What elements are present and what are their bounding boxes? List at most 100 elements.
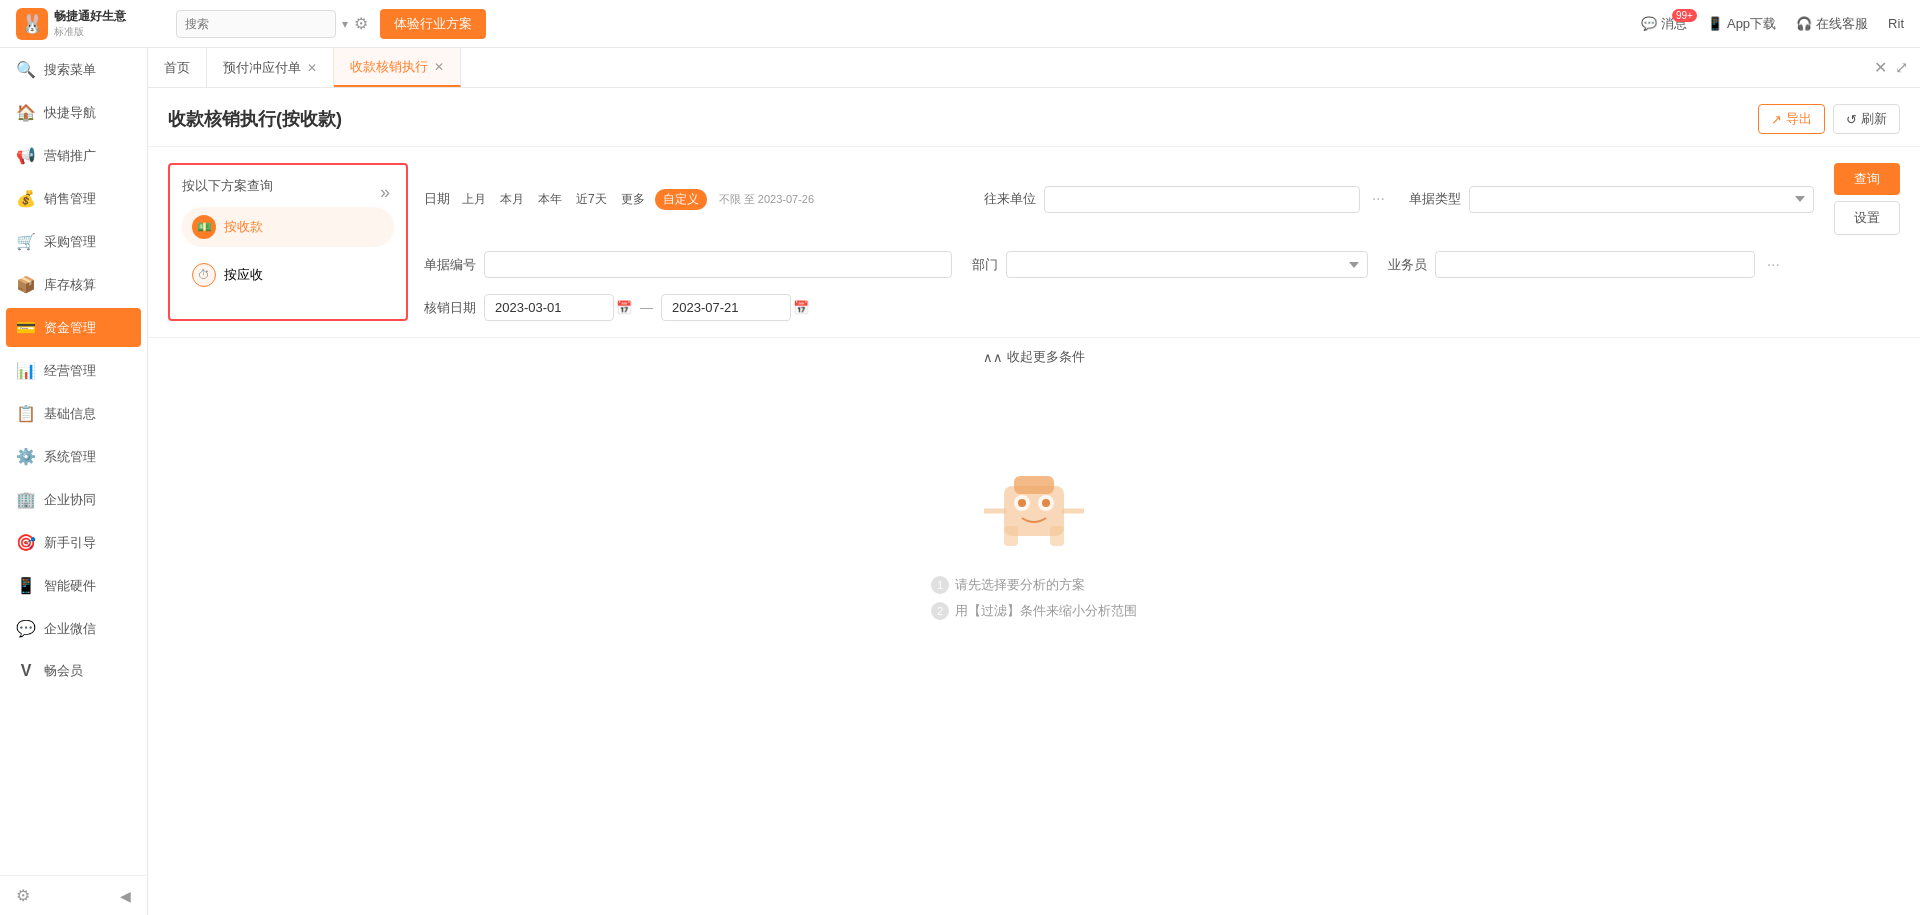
calendar-start-icon[interactable]: 📅 xyxy=(616,300,632,315)
verify-date-end-input[interactable] xyxy=(661,294,791,321)
sidebar-label-guide: 新手引导 xyxy=(44,534,96,552)
action-btns: 查询 设置 xyxy=(1834,163,1900,235)
sidebar-label-system: 系统管理 xyxy=(44,448,96,466)
sidebar-item-quicknav[interactable]: 🏠 快捷导航 xyxy=(0,91,147,134)
collapse-more-button[interactable]: ∧∧ 收起更多条件 xyxy=(983,348,1085,366)
page-inner: 收款核销执行(按收款) ↗ 导出 ↺ 刷新 xyxy=(148,88,1920,915)
svg-point-6 xyxy=(1018,499,1026,507)
verify-date-label: 核销日期 xyxy=(424,299,476,317)
box-icon: 📦 xyxy=(16,275,36,294)
dept-select[interactable] xyxy=(1006,251,1368,278)
card-icon: 💳 xyxy=(16,318,36,337)
building-icon: 🏢 xyxy=(16,490,36,509)
clipboard-icon: 📋 xyxy=(16,404,36,423)
refresh-button[interactable]: ↺ 刷新 xyxy=(1833,104,1900,134)
logo-icon: 🐰 xyxy=(16,8,48,40)
sidebar-item-finance[interactable]: 💳 资金管理 xyxy=(6,308,141,347)
message-button[interactable]: 💬 消息 99+ xyxy=(1641,15,1687,33)
cart-icon: 🛒 xyxy=(16,232,36,251)
sidebar-settings-icon[interactable]: ⚙ xyxy=(16,886,30,905)
date-link-this-month[interactable]: 本月 xyxy=(496,189,528,210)
counterparty-more-icon[interactable]: ··· xyxy=(1368,190,1389,208)
gear-icon[interactable]: ⚙ xyxy=(354,14,368,33)
date-link-custom[interactable]: 自定义 xyxy=(655,189,707,210)
sidebar-item-search[interactable]: 🔍 搜索菜单 xyxy=(0,48,147,91)
topbar-search-area: ▾ ⚙ xyxy=(176,10,368,38)
verify-date-start-input[interactable] xyxy=(484,294,614,321)
sidebar-bottom: ⚙ ◀ xyxy=(0,875,147,915)
tab-prepay[interactable]: 预付冲应付单 ✕ xyxy=(207,48,334,87)
sidebar-collapse-icon[interactable]: ◀ xyxy=(120,888,131,904)
query-button[interactable]: 查询 xyxy=(1834,163,1900,195)
tab-home-label: 首页 xyxy=(164,59,190,77)
sidebar-item-operation[interactable]: 📊 经营管理 xyxy=(0,349,147,392)
svg-rect-2 xyxy=(1004,526,1018,546)
money-icon: 💰 xyxy=(16,189,36,208)
search-icon: 🔍 xyxy=(16,60,36,79)
sidebar-item-marketing[interactable]: 📢 营销推广 xyxy=(0,134,147,177)
sidebar-label-purchase: 采购管理 xyxy=(44,233,96,251)
counterparty-input[interactable] xyxy=(1044,186,1360,213)
online-service-button[interactable]: 🎧 在线客服 xyxy=(1796,15,1868,33)
counterparty-label: 往来单位 xyxy=(984,190,1036,208)
salesperson-more-icon[interactable]: ··· xyxy=(1763,256,1784,274)
solution-button[interactable]: 体验行业方案 xyxy=(380,9,486,39)
sidebar-label-member: 畅会员 xyxy=(44,662,83,680)
headset-icon: 🎧 xyxy=(1796,16,1812,31)
sidebar-item-wechat[interactable]: 💬 企业微信 xyxy=(0,607,147,650)
tab-receipt-close[interactable]: ✕ xyxy=(434,60,444,74)
tab-home[interactable]: 首页 xyxy=(148,48,207,87)
tab-receipt-verify[interactable]: 收款核销执行 ✕ xyxy=(334,48,461,87)
chevron-down-icon[interactable]: ▾ xyxy=(342,17,348,31)
filter-option-by-receipt[interactable]: 💵 按收款 xyxy=(182,207,394,247)
filter-more-row: ∧∧ 收起更多条件 xyxy=(148,337,1920,376)
filter-option-by-receivable[interactable]: ⏱ 按应收 xyxy=(182,255,394,295)
date-link-this-year[interactable]: 本年 xyxy=(534,189,566,210)
date-link-last-month[interactable]: 上月 xyxy=(458,189,490,210)
topbar-search-input[interactable] xyxy=(176,10,336,38)
sidebar-label-sales: 销售管理 xyxy=(44,190,96,208)
page-title: 收款核销执行(按收款) xyxy=(168,107,342,131)
hardware-icon: 📱 xyxy=(16,576,36,595)
date-link-last-7[interactable]: 近7天 xyxy=(572,189,611,210)
sidebar-item-purchase[interactable]: 🛒 采购管理 xyxy=(0,220,147,263)
tab-prepay-close[interactable]: ✕ xyxy=(307,61,317,75)
chevron-up-icon: ∧∧ xyxy=(983,350,1003,365)
sidebar-label-hardware: 智能硬件 xyxy=(44,577,96,595)
tab-close-all-icon[interactable]: ✕ xyxy=(1874,58,1887,77)
sidebar-item-guide[interactable]: 🎯 新手引导 xyxy=(0,521,147,564)
svg-point-7 xyxy=(1042,499,1050,507)
user-info[interactable]: Rit xyxy=(1888,16,1904,31)
filter-scheme-title: 按以下方案查询 xyxy=(182,177,273,195)
sidebar-label-inventory: 库存核算 xyxy=(44,276,96,294)
app-name: 畅捷通好生意 xyxy=(54,8,126,25)
sidebar-item-system[interactable]: ⚙️ 系统管理 xyxy=(0,435,147,478)
tip-num-1: 1 xyxy=(931,576,949,594)
date-range-label: 不限 至 2023-07-26 xyxy=(719,192,814,207)
tip-num-2: 2 xyxy=(931,602,949,620)
date-links: 上月 本月 本年 近7天 更多 自定义 xyxy=(458,189,707,210)
app-download-button[interactable]: 📱 App下载 xyxy=(1707,15,1776,33)
message-icon: 💬 xyxy=(1641,16,1657,31)
sidebar-label-marketing: 营销推广 xyxy=(44,147,96,165)
filter-row-3: 核销日期 📅 — 📅 xyxy=(424,294,1900,321)
megaphone-icon: 📢 xyxy=(16,146,36,165)
salesperson-input[interactable] xyxy=(1435,251,1755,278)
tab-expand-icon[interactable]: ⤢ xyxy=(1895,58,1908,77)
bill-type-select[interactable] xyxy=(1469,186,1814,213)
settings-button[interactable]: 设置 xyxy=(1834,201,1900,235)
sidebar-item-enterprise[interactable]: 🏢 企业协同 xyxy=(0,478,147,521)
sidebar-item-hardware[interactable]: 📱 智能硬件 xyxy=(0,564,147,607)
filter-collapse-btn[interactable]: » xyxy=(376,182,394,203)
bill-no-input[interactable] xyxy=(484,251,952,278)
filter-panel: 按以下方案查询 » 💵 按收款 ⏱ 按应收 xyxy=(148,147,1920,337)
empty-tip-2-text: 用【过滤】条件来缩小分析范围 xyxy=(955,602,1137,620)
export-button[interactable]: ↗ 导出 xyxy=(1758,104,1825,134)
sidebar-item-sales[interactable]: 💰 销售管理 xyxy=(0,177,147,220)
date-link-more[interactable]: 更多 xyxy=(617,189,649,210)
calendar-end-icon[interactable]: 📅 xyxy=(793,300,809,315)
sidebar-item-basic[interactable]: 📋 基础信息 xyxy=(0,392,147,435)
sidebar-item-inventory[interactable]: 📦 库存核算 xyxy=(0,263,147,306)
sidebar-item-member[interactable]: V 畅会员 xyxy=(0,650,147,692)
filter-bill-no-group: 单据编号 xyxy=(424,251,952,278)
